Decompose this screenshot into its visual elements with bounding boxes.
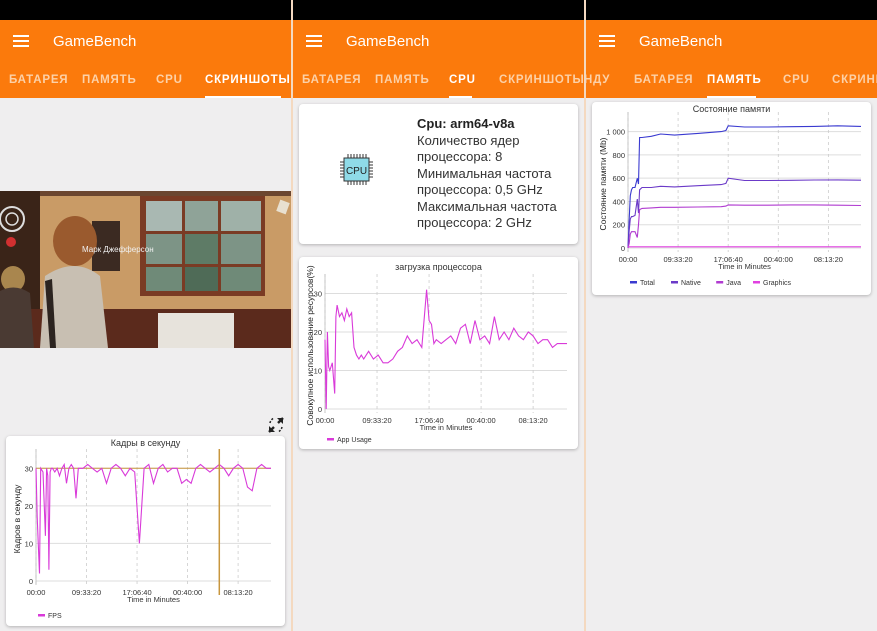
x-tick-label: 00:00	[27, 588, 46, 597]
y-tick-label: 200	[612, 221, 625, 230]
x-tick-label: 09:33:20	[663, 255, 692, 264]
cpu-min-freq-value: процессора: 0,5 GHz	[417, 182, 543, 197]
y-tick-label: 20	[25, 502, 33, 511]
app-title: GameBench	[639, 33, 723, 50]
legend-label: Total	[640, 280, 655, 287]
tab-memory[interactable]: ПАМЯТЬ	[375, 74, 430, 86]
app-title: GameBench	[53, 33, 137, 50]
screen-memory: GameBench НДУ БАТАРЕЯ ПАМЯТЬ CPU СКРИНШ …	[586, 0, 877, 631]
cpu-cores-value: процессора: 8	[417, 149, 503, 164]
series-line-app-usage	[324, 289, 567, 410]
game-screenshot[interactable]: Марк Джефферсон	[0, 191, 291, 348]
app-bar: GameBench БАТАРЕЯ ПАМЯТЬ CPU СКРИНШОТЫ	[0, 20, 291, 98]
y-tick-label: 30	[25, 464, 33, 473]
cpu-chart-card: загрузка процессора 0 10 20 30 00:00 09:33:20…	[299, 257, 578, 449]
app-bar: GameBench НДУ БАТАРЕЯ ПАМЯТЬ CPU СКРИНШ	[586, 20, 877, 98]
fps-chart-card: Кадры в секунду 0 10 20 30 00:00 09:33:20 17:0…	[6, 436, 285, 626]
cpu-chip-icon: CPU	[339, 152, 374, 187]
tab-cpu[interactable]: CPU	[783, 74, 810, 86]
x-tick-label: 08:13:20	[223, 588, 252, 597]
legend-label: Java	[726, 280, 741, 287]
series-line-native	[627, 177, 862, 249]
x-axis-label: Time in Minutes	[718, 262, 771, 271]
cpu-chip-label: CPU	[346, 166, 367, 177]
legend-label: FPS	[48, 613, 62, 620]
x-tick-label: 09:33:20	[362, 416, 391, 425]
status-bar	[293, 0, 584, 20]
legend-swatch	[716, 281, 724, 284]
x-tick-label: 09:33:20	[72, 588, 101, 597]
y-tick-label: 400	[612, 197, 625, 206]
tab-bar: НДУ БАТАРЕЯ ПАМЯТЬ CPU СКРИНШ	[586, 69, 877, 98]
x-axis-label: Time in Minutes	[127, 595, 180, 604]
cpu-max-freq-label: Максимальная частота	[417, 198, 557, 214]
app-bar: GameBench БАТАРЕЯ ПАМЯТЬ CPU СКРИНШОТЫ	[293, 20, 584, 98]
tab-memory[interactable]: ПАМЯТЬ	[707, 74, 762, 86]
cpu-chart: 010203000:00 09:33:20 17:06:40 00:40:00 08:1…	[305, 265, 567, 444]
fps-chart: 010203000:00 09:33:20 17:06:40 00:40:00 08:1…	[12, 449, 271, 620]
legend-swatch	[38, 614, 45, 617]
active-tab-indicator	[449, 96, 472, 98]
tab-screenshots[interactable]: СКРИНШОТЫ	[205, 74, 291, 86]
y-tick-label: 10	[25, 539, 33, 548]
screen-cpu: GameBench БАТАРЕЯ ПАМЯТЬ CPU СКРИНШОТЫ C…	[293, 0, 584, 631]
active-tab-indicator	[707, 96, 756, 98]
x-tick-label: 00:00	[619, 255, 638, 264]
cpu-max-freq-value: процессора: 2 GHz	[417, 215, 532, 230]
x-axis-label: Time in Minutes	[420, 423, 473, 432]
x-tick-label: 00:00	[316, 416, 335, 425]
status-bar	[586, 0, 877, 20]
cpu-model: Cpu: arm64-v8a	[417, 116, 515, 131]
legend-swatch	[753, 281, 760, 284]
tab-battery[interactable]: БАТАРЕЯ	[634, 74, 693, 86]
memory-chart-card: Состояние памяти 0 200 400 600 800 1 000 00:00…	[592, 102, 871, 295]
y-tick-label: 0	[621, 244, 625, 253]
cpu-cores-label: Количество ядер	[417, 132, 520, 148]
cpu-info-text: Cpu: arm64-v8a Количество ядер процессор…	[417, 116, 557, 232]
legend-label: Native	[681, 280, 701, 287]
hamburger-menu-icon[interactable]	[306, 35, 322, 48]
tab-memory[interactable]: ПАМЯТЬ	[82, 74, 137, 86]
tab-cpu[interactable]: CPU	[156, 74, 183, 86]
legend-swatch	[327, 438, 334, 441]
legend-label: App Usage	[337, 437, 372, 444]
legend-label: Graphics	[763, 280, 792, 287]
screenshot-caption: Марк Джефферсон	[82, 245, 154, 254]
y-tick-label: 600	[612, 174, 625, 183]
tab-cpu[interactable]: CPU	[449, 74, 476, 86]
app-title: GameBench	[346, 33, 430, 50]
tab-battery[interactable]: БАТАРЕЯ	[302, 74, 361, 86]
y-tick-label: 0	[318, 405, 322, 414]
tab-bar: БАТАРЕЯ ПАМЯТЬ CPU СКРИНШОТЫ	[293, 69, 584, 98]
status-bar	[0, 0, 291, 20]
series-line-java	[627, 204, 862, 249]
tab-screenshots[interactable]: СКРИНШОТЫ	[499, 74, 584, 86]
hamburger-menu-icon[interactable]	[599, 35, 615, 48]
y-axis-label: Совокупное использование ресурсов(%)	[305, 265, 315, 425]
hamburger-menu-icon[interactable]	[13, 35, 29, 48]
tab-bar: БАТАРЕЯ ПАМЯТЬ CPU СКРИНШОТЫ	[0, 69, 291, 98]
cpu-min-freq-label: Минимальная частота	[417, 165, 552, 181]
screen-screenshots: GameBench БАТАРЕЯ ПАМЯТЬ CPU СКРИНШОТЫ М…	[0, 0, 291, 631]
exit-fullscreen-icon[interactable]	[266, 415, 286, 435]
y-tick-label: 800	[612, 151, 625, 160]
tab-fps[interactable]: НДУ	[586, 74, 610, 86]
legend-swatch	[630, 281, 637, 284]
y-axis-label: Состояние памяти (Mb)	[598, 137, 608, 230]
memory-chart: 02004006008001 00000:00 09:33:20 17:06:40 0…	[598, 112, 862, 287]
tab-battery[interactable]: БАТАРЕЯ	[9, 74, 68, 86]
series-line-fps	[35, 462, 271, 574]
legend-swatch	[671, 281, 678, 284]
y-tick-label: 1 000	[606, 128, 625, 137]
x-tick-label: 08:13:20	[814, 255, 843, 264]
tab-screenshots[interactable]: СКРИНШ	[832, 74, 877, 86]
y-tick-label: 0	[29, 577, 33, 586]
active-tab-indicator	[205, 96, 281, 98]
cpu-info-card: CPU Cpu: arm64-v8a Количество ядер проце…	[299, 104, 578, 244]
x-tick-label: 08:13:20	[519, 416, 548, 425]
y-axis-label: Кадров в секунду	[12, 484, 22, 554]
